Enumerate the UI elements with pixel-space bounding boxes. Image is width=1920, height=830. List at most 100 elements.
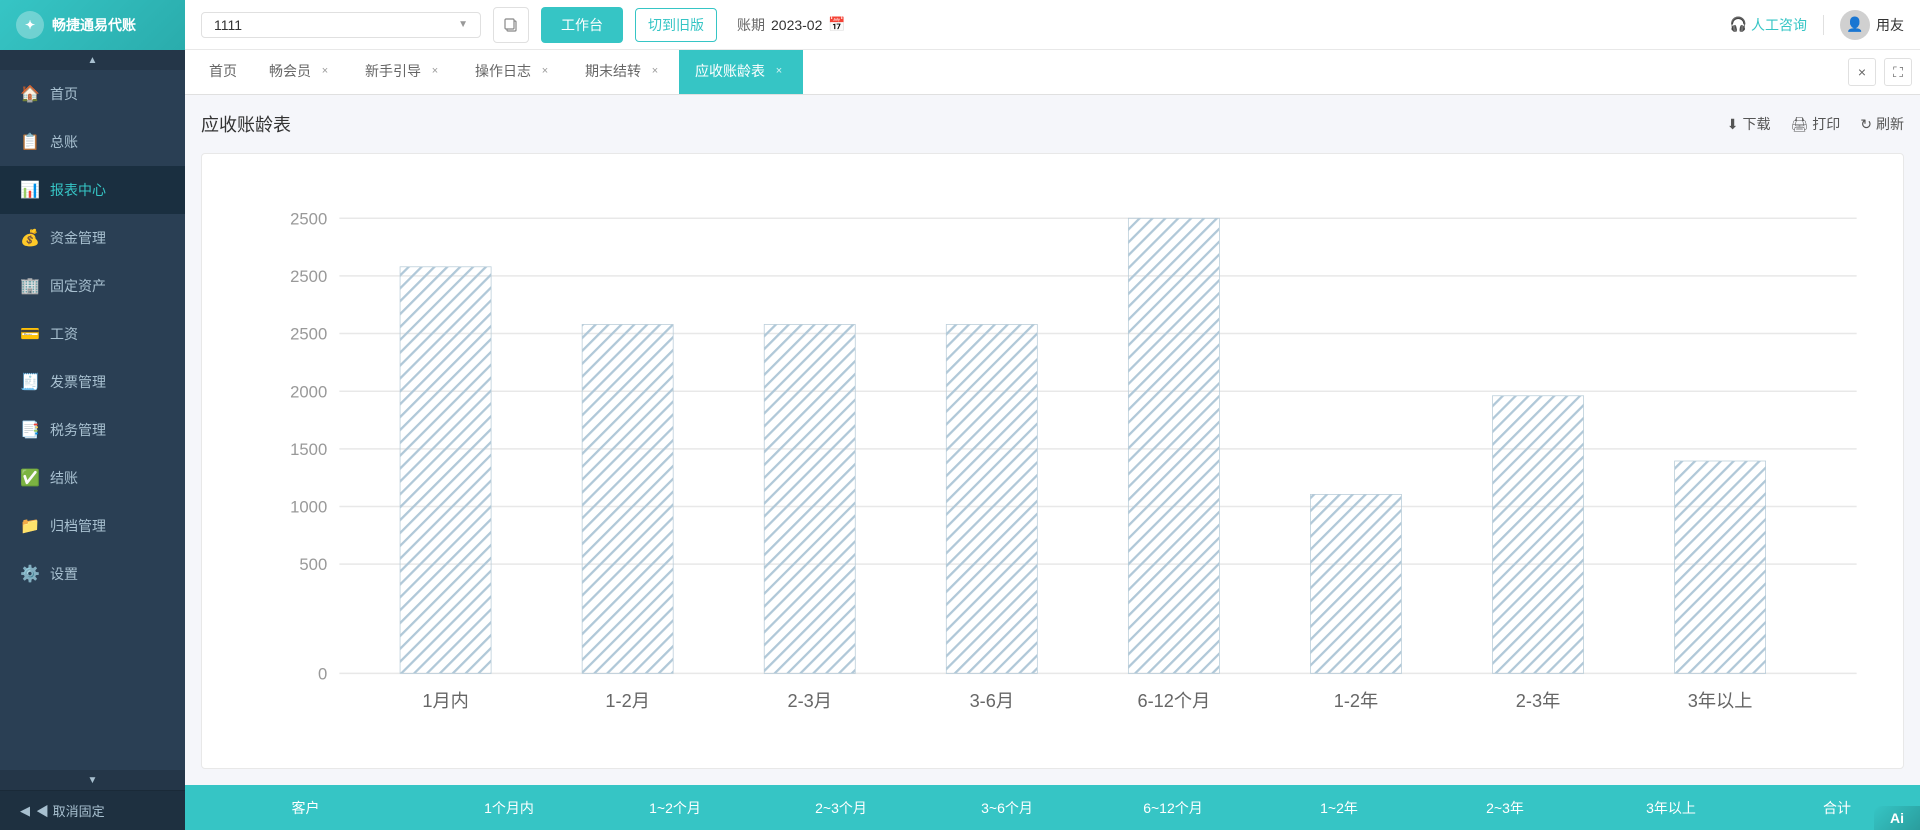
tab-aging[interactable]: 应收账龄表 × xyxy=(679,50,803,94)
page-actions: ⬇ 下载 🖨 打印 ↻ 刷新 xyxy=(1727,114,1904,134)
sidebar: ▲ 🏠 首页 📋 总账 📊 报表中心 💰 资金管理 🏢 固定资产 💳 工资 🧾 … xyxy=(0,50,185,830)
tab-period-end-close[interactable]: × xyxy=(647,63,663,79)
assets-icon: 🏢 xyxy=(20,276,40,296)
svg-text:3-6月: 3-6月 xyxy=(970,691,1014,711)
sidebar-item-ledger[interactable]: 📋 总账 xyxy=(0,118,185,166)
bar-1-2month xyxy=(582,324,673,673)
print-icon: 🖨 xyxy=(1790,116,1808,133)
divider xyxy=(1823,15,1824,35)
refresh-icon: ↻ xyxy=(1860,116,1872,133)
company-name: 1111 xyxy=(214,17,450,33)
bar-1month xyxy=(400,267,491,674)
svg-text:3年以上: 3年以上 xyxy=(1688,691,1753,711)
sidebar-label-ledger: 总账 xyxy=(50,132,78,152)
sidebar-label-home: 首页 xyxy=(50,84,78,104)
company-selector[interactable]: 1111 ▼ xyxy=(201,12,481,38)
sidebar-item-settings[interactable]: ⚙️ 设置 xyxy=(0,550,185,598)
sidebar-item-salary[interactable]: 💳 工资 xyxy=(0,310,185,358)
sidebar-scroll-down[interactable]: ▼ xyxy=(0,770,185,790)
sidebar-label-settings: 设置 xyxy=(50,564,78,584)
tab-log-close[interactable]: × xyxy=(537,63,553,79)
print-label: 打印 xyxy=(1812,114,1840,134)
table-header: 客户 1个月内 1~2个月 2~3个月 3~6个月 6~12个月 1~2年 2~… xyxy=(185,785,1920,830)
svg-text:1000: 1000 xyxy=(290,498,327,517)
svg-text:2-3年: 2-3年 xyxy=(1516,691,1560,711)
tab-log-label: 操作日志 xyxy=(475,61,531,81)
tab-member[interactable]: 畅会员 × xyxy=(253,50,349,94)
sidebar-scroll-up[interactable]: ▲ xyxy=(0,50,185,70)
tab-guide-label: 新手引导 xyxy=(365,61,421,81)
tab-period-end[interactable]: 期末结转 × xyxy=(569,50,679,94)
tab-guide[interactable]: 新手引导 × xyxy=(349,50,459,94)
page-content: 应收账龄表 ⬇ 下载 🖨 打印 ↻ 刷新 xyxy=(185,95,1920,785)
chevron-down-icon: ▼ xyxy=(458,19,468,30)
th-6-12month: 6~12个月 xyxy=(1090,798,1256,818)
sidebar-item-funds[interactable]: 💰 资金管理 xyxy=(0,214,185,262)
download-label: 下载 xyxy=(1742,114,1770,134)
header-right: 🎧 人工咨询 👤 用友 xyxy=(1730,10,1904,40)
sidebar-item-checkout[interactable]: ✅ 结账 xyxy=(0,454,185,502)
page-header: 应收账龄表 ⬇ 下载 🖨 打印 ↻ 刷新 xyxy=(201,111,1904,137)
avatar: 👤 xyxy=(1840,10,1870,40)
home-icon: 🏠 xyxy=(20,84,40,104)
sidebar-item-assets[interactable]: 🏢 固定资产 xyxy=(0,262,185,310)
consult-label: 人工咨询 xyxy=(1751,15,1807,35)
settings-icon: ⚙️ xyxy=(20,564,40,584)
calendar-icon[interactable]: 📅 xyxy=(828,16,845,33)
sidebar-label-invoice: 发票管理 xyxy=(50,372,106,392)
sidebar-item-reports[interactable]: 📊 报表中心 xyxy=(0,166,185,214)
switch-old-button[interactable]: 切到旧版 xyxy=(635,8,717,42)
workbench-button[interactable]: 工作台 xyxy=(541,7,623,43)
cancel-fixed-button[interactable]: ◀ ◀ 取消固定 xyxy=(0,790,185,830)
consult-button[interactable]: 🎧 人工咨询 xyxy=(1730,15,1807,35)
tab-aging-close[interactable]: × xyxy=(771,63,787,79)
tab-home-label: 首页 xyxy=(209,61,237,81)
headphone-icon: 🎧 xyxy=(1730,16,1747,33)
ai-badge[interactable]: Ai xyxy=(1874,806,1920,830)
page-title: 应收账龄表 xyxy=(201,111,291,137)
refresh-button[interactable]: ↻ 刷新 xyxy=(1860,114,1904,134)
th-1month: 1个月内 xyxy=(426,798,592,818)
sidebar-item-home[interactable]: 🏠 首页 xyxy=(0,70,185,118)
tax-icon: 📑 xyxy=(20,420,40,440)
cancel-fixed-label: ◀ 取消固定 xyxy=(36,801,105,820)
svg-text:500: 500 xyxy=(299,555,327,574)
tab-member-close[interactable]: × xyxy=(317,63,333,79)
sidebar-item-archive[interactable]: 📁 归档管理 xyxy=(0,502,185,550)
tab-log[interactable]: 操作日志 × xyxy=(459,50,569,94)
th-1-2month: 1~2个月 xyxy=(592,798,758,818)
tab-member-label: 畅会员 xyxy=(269,61,311,81)
bar-3-6month xyxy=(946,324,1037,673)
chart-svg: 2500 2500 2500 2000 1500 1000 500 0 xyxy=(218,170,1887,752)
sidebar-item-invoice[interactable]: 🧾 发票管理 xyxy=(0,358,185,406)
sidebar-label-funds: 资金管理 xyxy=(50,228,106,248)
print-button[interactable]: 🖨 打印 xyxy=(1790,114,1840,134)
checkout-icon: ✅ xyxy=(20,468,40,488)
th-3plus-year: 3年以上 xyxy=(1588,798,1754,818)
svg-text:1-2年: 1-2年 xyxy=(1334,691,1378,711)
download-button[interactable]: ⬇ 下载 xyxy=(1727,114,1771,134)
archive-icon: 📁 xyxy=(20,516,40,536)
svg-text:2500: 2500 xyxy=(290,267,327,286)
bar-3plus-year xyxy=(1675,461,1766,673)
svg-text:6-12个月: 6-12个月 xyxy=(1137,691,1210,711)
logo-area: ✦ 畅捷通易代账 xyxy=(0,0,185,50)
bar-1-2year xyxy=(1310,494,1401,673)
copy-button[interactable] xyxy=(493,7,529,43)
svg-text:2500: 2500 xyxy=(290,325,327,344)
close-tab-button[interactable]: × xyxy=(1848,58,1876,86)
cancel-fixed-icon: ◀ xyxy=(20,803,30,819)
expand-tab-button[interactable]: ⛶ xyxy=(1884,58,1912,86)
svg-text:1500: 1500 xyxy=(290,440,327,459)
reports-icon: 📊 xyxy=(20,180,40,200)
th-2-3month: 2~3个月 xyxy=(758,798,924,818)
refresh-label: 刷新 xyxy=(1876,114,1904,134)
tab-home[interactable]: 首页 xyxy=(193,50,253,94)
invoice-icon: 🧾 xyxy=(20,372,40,392)
tab-guide-close[interactable]: × xyxy=(427,63,443,79)
sidebar-item-tax[interactable]: 📑 税务管理 xyxy=(0,406,185,454)
user-area[interactable]: 👤 用友 xyxy=(1840,10,1904,40)
svg-text:2500: 2500 xyxy=(290,209,327,228)
th-1-2year: 1~2年 xyxy=(1256,798,1422,818)
funds-icon: 💰 xyxy=(20,228,40,248)
